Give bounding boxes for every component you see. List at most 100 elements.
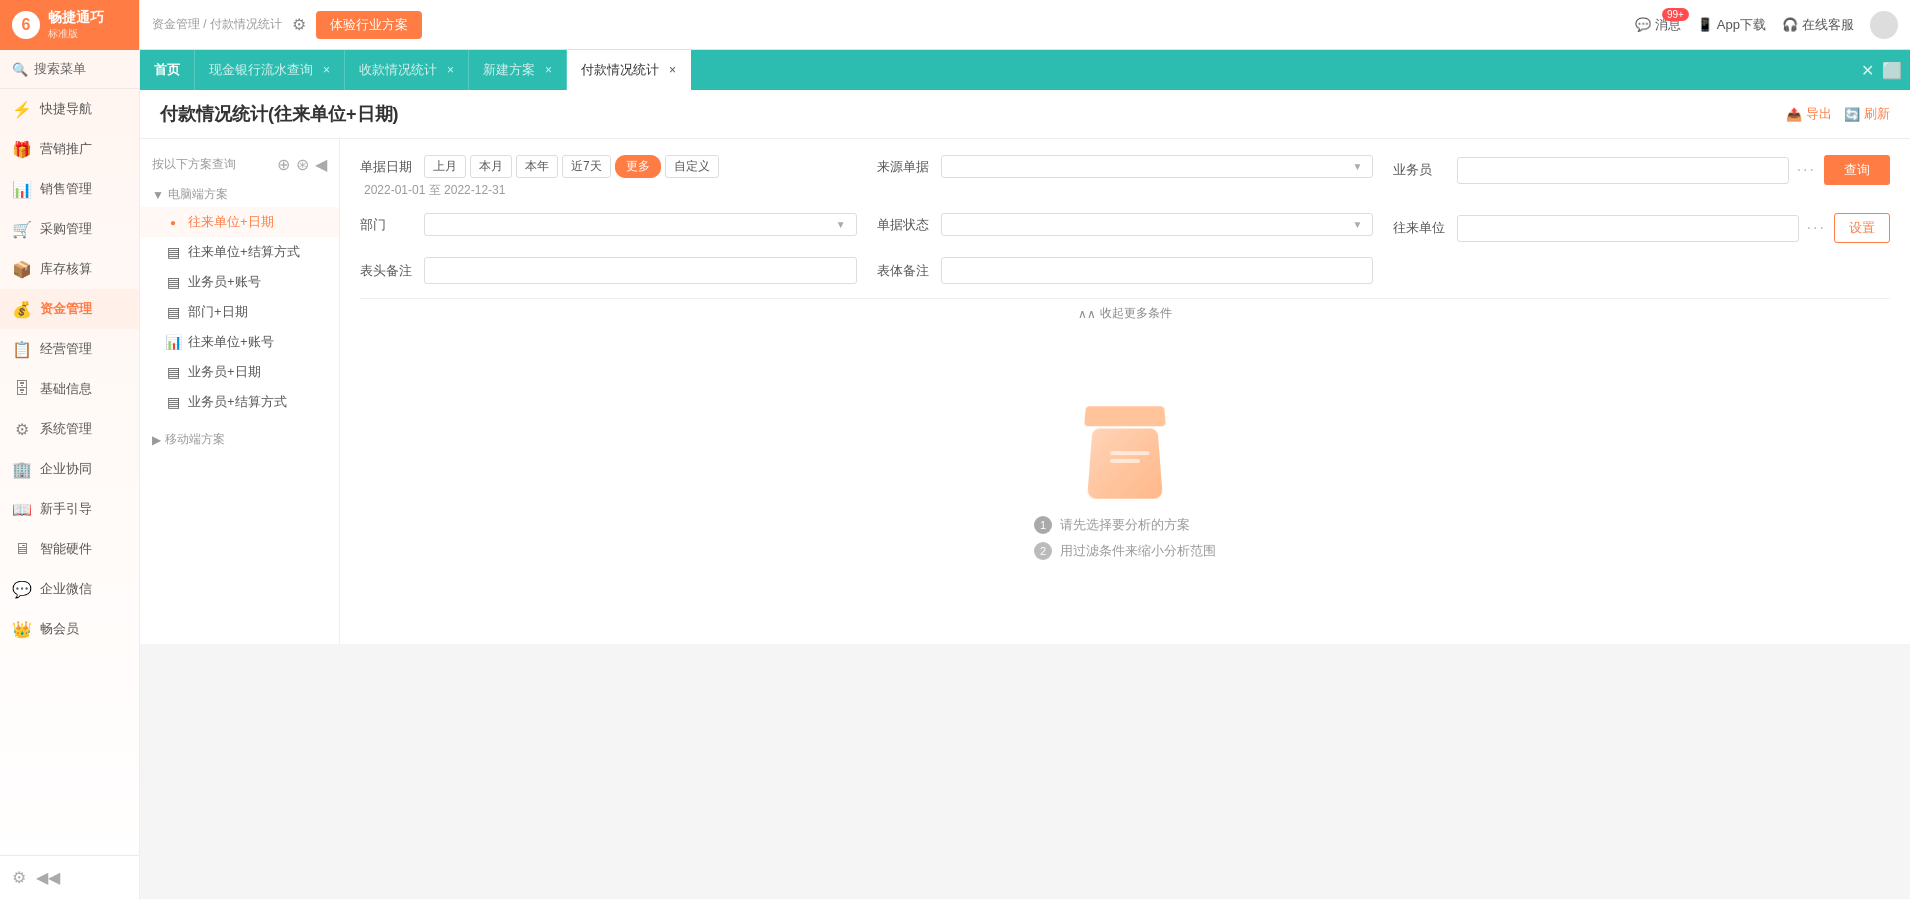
empty-line-2 bbox=[1110, 459, 1140, 463]
plan-item-staff-account[interactable]: ▤ 业务员+账号 bbox=[140, 267, 339, 297]
tab-payment-stat[interactable]: 付款情况统计 × bbox=[567, 50, 691, 90]
left-panel-collapse-btn[interactable]: ◀ bbox=[315, 155, 327, 174]
plan-item-unit-date[interactable]: ● 往来单位+日期 bbox=[140, 207, 339, 237]
tip2-text: 用过滤条件来缩小分析范围 bbox=[1060, 542, 1216, 560]
app-download-btn[interactable]: 📱 App下载 bbox=[1697, 16, 1766, 34]
window-close-btn[interactable]: ✕ bbox=[1861, 61, 1874, 80]
dept-select[interactable]: ▼ bbox=[424, 213, 857, 236]
tabbar: 首页 现金银行流水查询 × 收款情况统计 × 新建方案 × 付款情况统计 × ✕… bbox=[140, 50, 1910, 90]
trial-btn[interactable]: 体验行业方案 bbox=[316, 11, 422, 39]
status-select[interactable]: ▼ bbox=[941, 213, 1374, 236]
plan-item-staff-date[interactable]: ▤ 业务员+日期 bbox=[140, 357, 339, 387]
date-btn-this-month[interactable]: 本月 bbox=[470, 155, 512, 178]
date-btn-this-year[interactable]: 本年 bbox=[516, 155, 558, 178]
content-panel: 按以下方案查询 ⊕ ⊛ ◀ ▼ 电脑端方案 ● 往来单位+日期 ▤ 往来单位+结… bbox=[140, 139, 1910, 644]
sidebar-item-sales[interactable]: 📊 销售管理 bbox=[0, 169, 139, 209]
page-title: 付款情况统计(往来单位+日期) bbox=[160, 102, 399, 126]
sidebar-item-hardware[interactable]: 🖥 智能硬件 bbox=[0, 529, 139, 569]
partner-input[interactable] bbox=[1457, 215, 1798, 242]
filter-row-2: 部门 ▼ 单据状态 ▼ 往来单位 ··· bbox=[360, 213, 1890, 243]
messages-btn[interactable]: 💬 消息 99+ bbox=[1635, 16, 1681, 34]
date-btn-custom[interactable]: 自定义 bbox=[665, 155, 719, 178]
query-btn[interactable]: 查询 bbox=[1824, 155, 1890, 185]
sidebar-collapse-icon[interactable]: ◀◀ bbox=[36, 868, 60, 887]
sidebar-item-operation[interactable]: 📋 经营管理 bbox=[0, 329, 139, 369]
logo-sub: 标准版 bbox=[48, 27, 104, 41]
refresh-btn[interactable]: 🔄 刷新 bbox=[1844, 105, 1890, 123]
sidebar-item-purchase[interactable]: 🛒 采购管理 bbox=[0, 209, 139, 249]
tab-new-plan[interactable]: 新建方案 × bbox=[469, 50, 567, 90]
sidebar-item-marketing[interactable]: 🎁 营销推广 bbox=[0, 129, 139, 169]
tab-spacer bbox=[691, 50, 1853, 90]
export-btn[interactable]: 📤 导出 bbox=[1786, 105, 1832, 123]
partner-dots[interactable]: ··· bbox=[1807, 219, 1826, 237]
sidebar-item-quick-nav[interactable]: ⚡ 快捷导航 bbox=[0, 89, 139, 129]
dept-select-arrow: ▼ bbox=[836, 219, 846, 230]
plan-label-dept-date: 部门+日期 bbox=[188, 303, 248, 321]
date-filter-label: 单据日期 bbox=[360, 158, 416, 176]
plan-label-staff-payment: 业务员+结算方式 bbox=[188, 393, 287, 411]
plan-item-staff-payment[interactable]: ▤ 业务员+结算方式 bbox=[140, 387, 339, 417]
logo-icon: 6 bbox=[12, 11, 40, 39]
source-select[interactable]: ▼ bbox=[941, 155, 1374, 178]
sidebar-search[interactable]: 🔍 搜索菜单 bbox=[0, 50, 139, 89]
staff-dots[interactable]: ··· bbox=[1797, 161, 1816, 179]
plan-group-desktop[interactable]: ▼ 电脑端方案 bbox=[140, 180, 339, 207]
sidebar-item-guide[interactable]: 📖 新手引导 bbox=[0, 489, 139, 529]
sidebar-item-wechat[interactable]: 💬 企业微信 bbox=[0, 569, 139, 609]
collapse-arrow-icon: ∧∧ bbox=[1078, 307, 1096, 321]
sidebar-item-inventory[interactable]: 📦 库存核算 bbox=[0, 249, 139, 289]
avatar[interactable] bbox=[1870, 11, 1898, 39]
tab-bank-flow-close[interactable]: × bbox=[323, 63, 330, 77]
date-buttons: 上月 本月 本年 近7天 更多 自定义 bbox=[424, 155, 719, 178]
window-maximize-btn[interactable]: ⬜ bbox=[1882, 61, 1902, 80]
app-download-label: App下载 bbox=[1717, 16, 1766, 34]
date-btn-7days[interactable]: 近7天 bbox=[562, 155, 611, 178]
refresh-icon: 🔄 bbox=[1844, 107, 1860, 122]
sidebar-item-basic[interactable]: 🗄 基础信息 bbox=[0, 369, 139, 409]
plan-icon-unit-account: 📊 bbox=[164, 333, 182, 351]
tab-home[interactable]: 首页 bbox=[140, 50, 195, 90]
sidebar-item-enterprise[interactable]: 🏢 企业协同 bbox=[0, 449, 139, 489]
tab-receipts-stat[interactable]: 收款情况统计 × bbox=[345, 50, 469, 90]
tab-bank-flow[interactable]: 现金银行流水查询 × bbox=[195, 50, 345, 90]
partner-filter-label: 往来单位 bbox=[1393, 219, 1449, 237]
message-icon: 💬 bbox=[1635, 17, 1651, 32]
sidebar-item-system[interactable]: ⚙ 系统管理 bbox=[0, 409, 139, 449]
page-actions: 📤 导出 🔄 刷新 bbox=[1786, 105, 1890, 123]
page-header: 付款情况统计(往来单位+日期) 📤 导出 🔄 刷新 bbox=[140, 90, 1910, 139]
online-service-btn[interactable]: 🎧 在线客服 bbox=[1782, 16, 1854, 34]
staff-input[interactable] bbox=[1457, 157, 1788, 184]
topbar: 资金管理 / 付款情况统计 ⚙ 体验行业方案 💬 消息 99+ 📱 App下载 … bbox=[140, 0, 1910, 50]
header-note-input[interactable] bbox=[424, 257, 857, 284]
filter-area: 单据日期 上月 本月 本年 近7天 更多 自定义 2022-01-01 至 20… bbox=[340, 139, 1910, 644]
body-note-input[interactable] bbox=[941, 257, 1374, 284]
settings-btn[interactable]: 设置 bbox=[1834, 213, 1890, 243]
tab-new-plan-label: 新建方案 bbox=[483, 61, 535, 79]
sidebar-settings-icon[interactable]: ⚙ bbox=[12, 868, 26, 887]
sidebar-item-capital[interactable]: 💰 资金管理 bbox=[0, 289, 139, 329]
body-note-label: 表体备注 bbox=[877, 262, 933, 280]
collapse-btn[interactable]: ∧∧ 收起更多条件 bbox=[360, 298, 1890, 328]
plan-group-mobile[interactable]: ▶ 移动端方案 bbox=[140, 425, 339, 452]
plan-icon-dept-date: ▤ bbox=[164, 303, 182, 321]
sidebar-icon-sales: 📊 bbox=[12, 179, 32, 199]
plan-label-unit-account: 往来单位+账号 bbox=[188, 333, 274, 351]
plan-item-dept-date[interactable]: ▤ 部门+日期 bbox=[140, 297, 339, 327]
sidebar-item-member[interactable]: 👑 畅会员 bbox=[0, 609, 139, 649]
topbar-settings-icon[interactable]: ⚙ bbox=[292, 15, 306, 34]
tab-new-plan-close[interactable]: × bbox=[545, 63, 552, 77]
left-panel-add-btn[interactable]: ⊕ bbox=[277, 155, 290, 174]
date-btn-last-month[interactable]: 上月 bbox=[424, 155, 466, 178]
plan-label-unit-payment: 往来单位+结算方式 bbox=[188, 243, 300, 261]
service-icon: 🎧 bbox=[1782, 17, 1798, 32]
plan-item-unit-account[interactable]: 📊 往来单位+账号 bbox=[140, 327, 339, 357]
tab-receipts-stat-close[interactable]: × bbox=[447, 63, 454, 77]
sidebar-icon-member: 👑 bbox=[12, 619, 32, 639]
header-note-label: 表头备注 bbox=[360, 262, 416, 280]
plan-item-unit-payment[interactable]: ▤ 往来单位+结算方式 bbox=[140, 237, 339, 267]
date-btn-more[interactable]: 更多 bbox=[615, 155, 661, 178]
tab-payment-stat-close[interactable]: × bbox=[669, 63, 676, 77]
left-panel-settings-btn[interactable]: ⊛ bbox=[296, 155, 309, 174]
sidebar-label-wechat: 企业微信 bbox=[40, 580, 92, 598]
